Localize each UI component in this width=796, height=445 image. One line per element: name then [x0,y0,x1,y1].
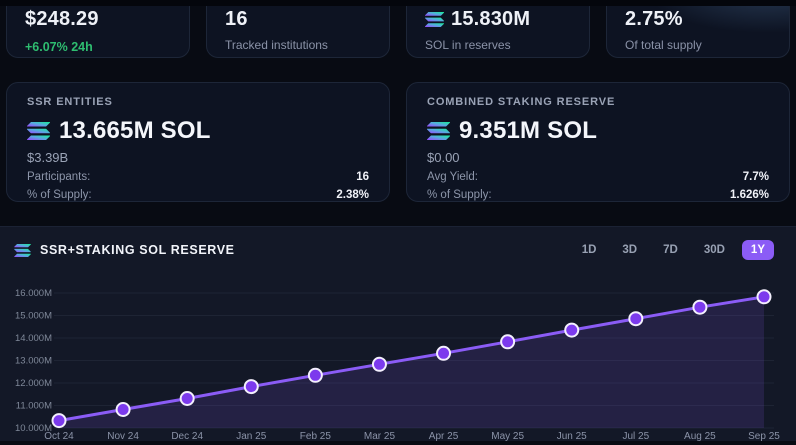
avg-yield-label: Avg Yield: [427,171,478,183]
stat-card-total-supply-pct: 2.75% Of total supply [606,6,790,58]
range-button-1y[interactable]: 1Y [742,240,774,260]
sol-price-value: $248.29 [25,8,171,31]
avg-yield-row: Avg Yield: 7.7% [427,171,769,183]
stat-card-sol-price: $248.29 +6.07% 24h [6,6,190,58]
chart-title: SSR+STAKING SOL RESERVE [40,243,235,257]
combined-staking-title: COMBINED STAKING RESERVE [427,96,769,108]
ssr-entities-title: SSR ENTITIES [27,96,369,108]
tracked-institutions-label: Tracked institutions [225,38,371,52]
y-axis-label: 13.000M [15,356,52,367]
x-axis-label: Jan 25 [236,431,266,442]
supply-pct-label: % of Supply: [27,189,92,201]
data-point-may-25[interactable] [501,335,514,348]
x-axis-label: Jun 25 [557,431,587,442]
stats-row: $248.29 +6.07% 24h 16 Tracked institutio… [0,6,796,58]
sol-in-reserves-label: SOL in reserves [425,38,571,52]
x-axis-label: Feb 25 [300,431,332,442]
supply-pct-value: 1.626% [730,189,769,201]
x-axis-label: Aug 25 [684,431,716,442]
x-axis-label: Oct 24 [44,431,74,442]
stat-card-sol-in-reserves: 15.830M SOL in reserves [406,6,590,58]
data-point-sep-25[interactable] [758,290,771,303]
total-supply-pct-label: Of total supply [625,38,771,52]
y-axis-label: 12.000M [15,378,52,389]
chart-header: SSR+STAKING SOL RESERVE 1D 3D 7D 30D 1Y [0,227,796,260]
combined-staking-value: 9.351M SOL [459,117,597,145]
supply-pct-row: % of Supply: 1.626% [427,189,769,201]
total-supply-pct-value: 2.75% [625,8,771,31]
combined-staking-reserve-card: COMBINED STAKING RESERVE 9.351M SOL $0.0… [406,82,790,202]
solana-icon [427,122,450,140]
range-button-30d[interactable]: 30D [695,240,734,260]
data-point-dec-24[interactable] [181,392,194,405]
data-point-oct-24[interactable] [53,414,66,427]
data-point-jun-25[interactable] [565,324,578,337]
sol-in-reserves-value: 15.830M [451,8,530,31]
stat-card-tracked-institutions: 16 Tracked institutions [206,6,390,58]
range-button-7d[interactable]: 7D [654,240,687,260]
range-button-3d[interactable]: 3D [613,240,646,260]
solana-icon [27,122,50,140]
tracked-institutions-value: 16 [225,8,371,31]
y-axis-label: 14.000M [15,333,52,344]
data-point-nov-24[interactable] [117,403,130,416]
x-axis-label: May 25 [491,431,524,442]
y-axis-label: 11.000M [16,401,52,412]
combined-staking-usd: $0.00 [427,150,769,165]
combined-staking-value-row: 9.351M SOL [427,117,769,145]
ssr-entities-card: SSR ENTITIES 13.665M SOL $3.39B Particip… [6,82,390,202]
data-point-mar-25[interactable] [373,358,386,371]
range-button-1d[interactable]: 1D [573,240,606,260]
data-point-feb-25[interactable] [309,369,322,382]
summary-cards-row: SSR ENTITIES 13.665M SOL $3.39B Particip… [0,82,796,202]
supply-pct-label: % of Supply: [427,189,492,201]
chart-title-wrap: SSR+STAKING SOL RESERVE [14,243,235,257]
y-axis-label: 15.000M [15,311,52,322]
data-point-jan-25[interactable] [245,380,258,393]
ssr-entities-value-row: 13.665M SOL [27,117,369,145]
y-axis-label: 16.000M [15,288,52,299]
solana-icon [14,244,31,257]
avg-yield-value: 7.7% [743,171,769,183]
ssr-entities-value: 13.665M SOL [59,117,211,145]
sol-price-change: +6.07% 24h [25,40,171,54]
area-fill [59,297,764,428]
solana-icon [425,12,444,27]
x-axis-label: Apr 25 [429,431,459,442]
x-axis-label: Dec 24 [171,431,203,442]
data-point-jul-25[interactable] [629,312,642,325]
participants-label: Participants: [27,171,90,183]
participants-value: 16 [356,171,369,183]
data-point-apr-25[interactable] [437,347,450,360]
x-axis-label: Nov 24 [107,431,139,442]
ssr-entities-usd: $3.39B [27,150,369,165]
supply-pct-value: 2.38% [336,189,369,201]
data-point-aug-25[interactable] [693,301,706,314]
participants-row: Participants: 16 [27,171,369,183]
x-axis-label: Mar 25 [364,431,396,442]
x-axis-label: Sep 25 [748,431,780,442]
time-range-selector: 1D 3D 7D 30D 1Y [573,240,774,260]
sol-in-reserves-value-row: 15.830M [425,8,571,31]
x-axis-label: Jul 25 [622,431,649,442]
reserve-chart-panel: 10.000M11.000M12.000M13.000M14.000M15.00… [0,226,796,441]
supply-pct-row: % of Supply: 2.38% [27,189,369,201]
